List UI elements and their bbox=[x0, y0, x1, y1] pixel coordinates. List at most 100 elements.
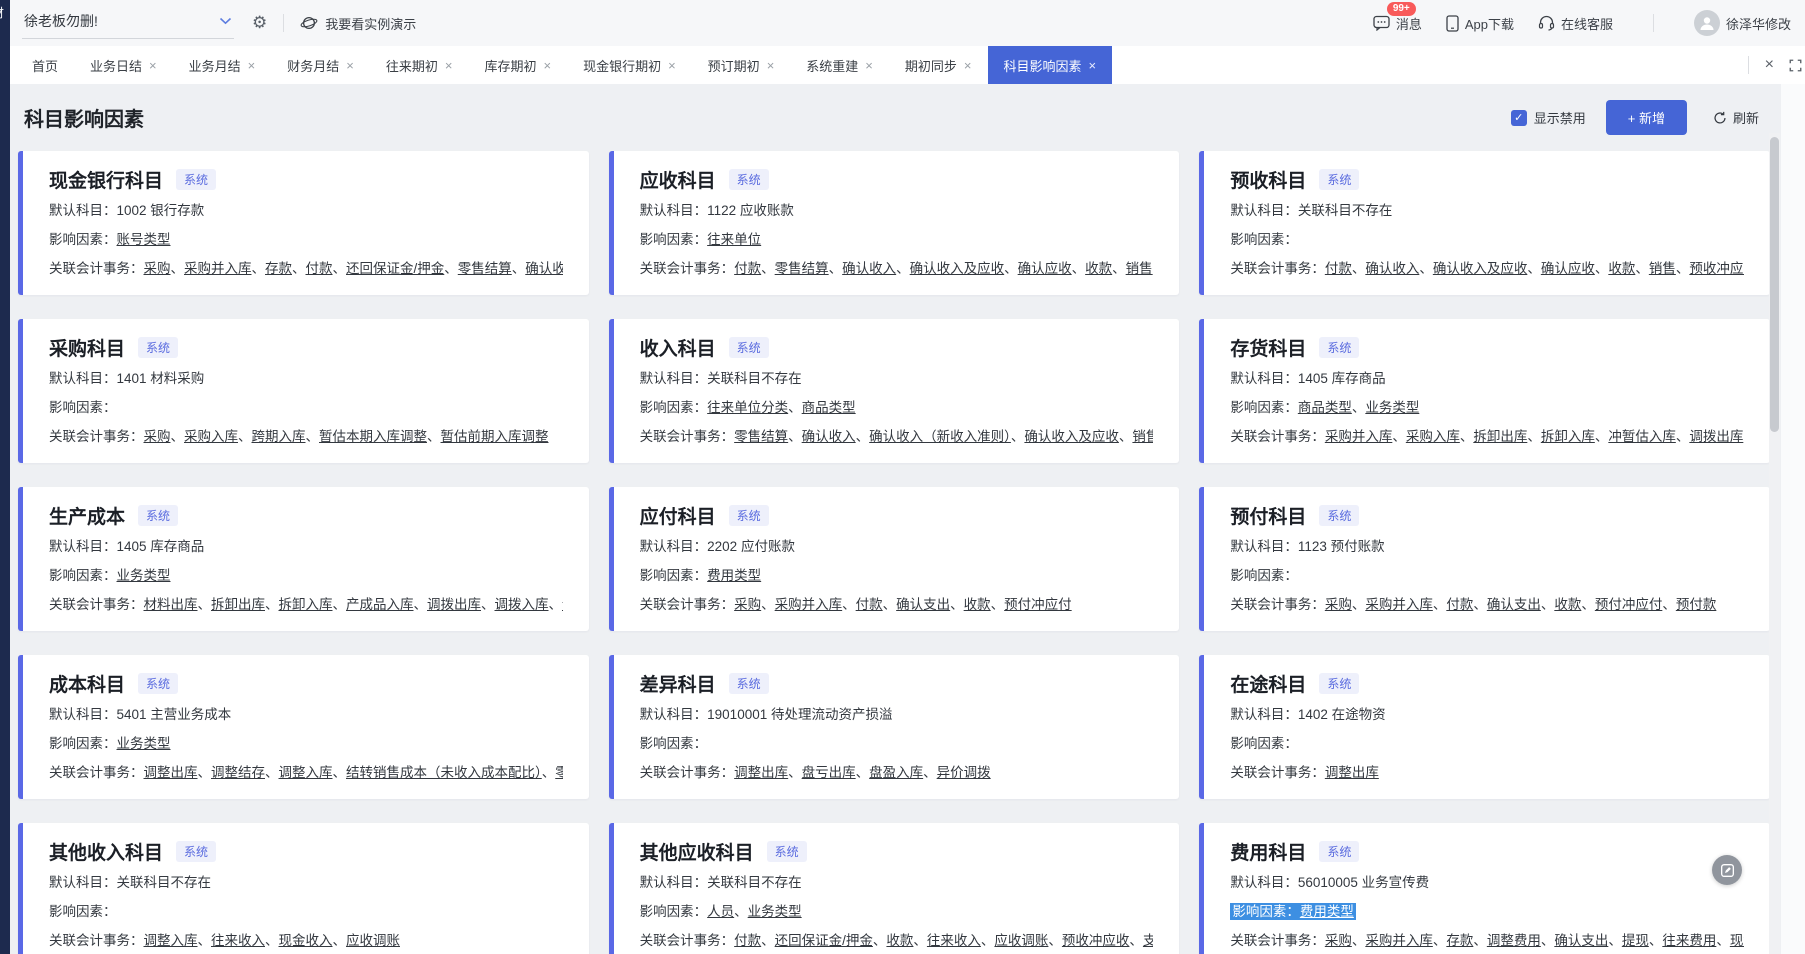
tab-close-icon[interactable]: × bbox=[346, 58, 354, 73]
link[interactable]: 往来单位分类 bbox=[707, 400, 788, 415]
link[interactable]: 调拨入库 bbox=[495, 597, 549, 612]
link[interactable]: 确认收入及应收 bbox=[1433, 261, 1528, 276]
link[interactable]: 预付款 bbox=[1676, 597, 1717, 612]
link[interactable]: 盘亏出库 bbox=[802, 765, 856, 780]
link[interactable]: 应收调账 bbox=[346, 933, 400, 948]
link[interactable]: 付款 bbox=[306, 261, 333, 276]
link[interactable]: 还回保证金/押金 bbox=[346, 261, 444, 276]
tab-close-icon[interactable]: × bbox=[149, 58, 157, 73]
link[interactable]: 预付冲应付 bbox=[1004, 597, 1072, 612]
link[interactable]: 调整出库 bbox=[144, 765, 198, 780]
support-button[interactable]: 在线客服 bbox=[1538, 14, 1613, 33]
link[interactable]: 付款 bbox=[1325, 261, 1352, 276]
link[interactable]: 往来收入 bbox=[927, 933, 981, 948]
link[interactable]: 付款 bbox=[1446, 597, 1473, 612]
link[interactable]: 商品类型 bbox=[1298, 400, 1352, 415]
link[interactable]: 应收调账 bbox=[994, 933, 1048, 948]
company-selector[interactable]: 徐老板勿删! bbox=[22, 7, 234, 39]
link[interactable]: 材料出库 bbox=[144, 597, 198, 612]
link[interactable]: 确认支出 bbox=[1487, 597, 1541, 612]
link[interactable]: 采购 bbox=[1325, 597, 1352, 612]
scrollbar-thumb[interactable] bbox=[1770, 137, 1779, 432]
sidebar-strip[interactable]: 财 bbox=[0, 0, 10, 954]
link[interactable]: 存款 bbox=[265, 261, 292, 276]
gear-icon[interactable]: ⚙ bbox=[252, 13, 267, 33]
link[interactable]: 往来单位 bbox=[707, 232, 761, 247]
link[interactable]: 冲暂估入库 bbox=[1608, 429, 1676, 444]
link[interactable]: 异价调拨 bbox=[937, 765, 991, 780]
link[interactable]: 还回保证金/押金 bbox=[775, 933, 873, 948]
tab-item[interactable]: 预订期初 × bbox=[692, 46, 791, 84]
tab-close-icon[interactable]: × bbox=[248, 58, 256, 73]
link[interactable]: 往来收入 bbox=[211, 933, 265, 948]
link[interactable]: 提现 bbox=[1622, 933, 1649, 948]
tab-item[interactable]: 财务月结 × bbox=[271, 46, 370, 84]
link[interactable]: 支付保证金 bbox=[1143, 933, 1153, 948]
tab-item[interactable]: 往来期初 × bbox=[370, 46, 469, 84]
link[interactable]: 调整费用 bbox=[1487, 933, 1541, 948]
show-disabled-checkbox[interactable]: ✓ 显示禁用 bbox=[1510, 108, 1586, 127]
link[interactable]: 确认收入 bbox=[1365, 261, 1419, 276]
link[interactable]: 确认支出 bbox=[896, 597, 950, 612]
link[interactable]: 跨期入库 bbox=[252, 429, 306, 444]
link[interactable]: 确认收入 bbox=[802, 429, 856, 444]
tab-item[interactable]: 首页 bbox=[16, 46, 74, 84]
link[interactable]: 调整结存 bbox=[211, 765, 265, 780]
link[interactable]: 确认收入（新收入准则） bbox=[869, 429, 1011, 444]
link[interactable]: 商品类型 bbox=[802, 400, 856, 415]
fullscreen-icon[interactable] bbox=[1788, 58, 1803, 73]
link[interactable]: 业务类型 bbox=[117, 736, 171, 751]
link[interactable]: 拆卸出库 bbox=[211, 597, 265, 612]
link[interactable]: 确认收入及应收 bbox=[1024, 429, 1119, 444]
link[interactable]: 现金费用 bbox=[1730, 933, 1744, 948]
link[interactable]: 采购入库 bbox=[1406, 429, 1460, 444]
link[interactable]: 确认收入 bbox=[525, 261, 562, 276]
link[interactable]: 拆卸入库 bbox=[279, 597, 333, 612]
link[interactable]: 收款 bbox=[1608, 261, 1635, 276]
link[interactable]: 人员 bbox=[707, 904, 734, 919]
link[interactable]: 销售 bbox=[1649, 261, 1676, 276]
link[interactable]: 存款 bbox=[1446, 933, 1473, 948]
app-download-button[interactable]: App下载 bbox=[1446, 14, 1514, 33]
link[interactable]: 预收冲应收 bbox=[1689, 261, 1744, 276]
link[interactable]: 采购并入库 bbox=[184, 261, 252, 276]
tab-close-icon[interactable]: × bbox=[865, 58, 873, 73]
link[interactable]: 采购 bbox=[734, 597, 761, 612]
tab-close-icon[interactable]: × bbox=[445, 58, 453, 73]
link[interactable]: 收款 bbox=[1085, 261, 1112, 276]
tab-item[interactable]: 业务日结 × bbox=[74, 46, 173, 84]
link[interactable]: 付款 bbox=[734, 933, 761, 948]
refresh-button[interactable]: 刷新 bbox=[1707, 107, 1765, 128]
link[interactable]: 调整入库 bbox=[144, 933, 198, 948]
link[interactable]: 确认应收 bbox=[1541, 261, 1595, 276]
link[interactable]: 收款 bbox=[1554, 597, 1581, 612]
tab-item[interactable]: 现金银行期初 × bbox=[567, 46, 692, 84]
link[interactable]: 采购 bbox=[144, 429, 171, 444]
link[interactable]: 账号类型 bbox=[117, 232, 171, 247]
link[interactable]: 收款 bbox=[886, 933, 913, 948]
link[interactable]: 暂估本期入库调整 bbox=[319, 429, 427, 444]
user-menu[interactable]: 徐泽华修改 bbox=[1693, 10, 1791, 36]
messages-button[interactable]: 99+ 消息 bbox=[1373, 1, 1422, 33]
link[interactable]: 销售 bbox=[1126, 261, 1153, 276]
link[interactable]: 采购并入库 bbox=[775, 597, 843, 612]
link[interactable]: 调整出库 bbox=[1325, 765, 1379, 780]
link[interactable]: 调整入库 bbox=[279, 765, 333, 780]
add-button[interactable]: + 新增 bbox=[1605, 100, 1687, 135]
link[interactable]: 业务类型 bbox=[1365, 400, 1419, 415]
link[interactable]: 产成品入库 bbox=[346, 597, 414, 612]
link[interactable]: 付款 bbox=[856, 597, 883, 612]
tab-close-icon[interactable]: × bbox=[543, 58, 551, 73]
feedback-floating-button[interactable] bbox=[1712, 855, 1742, 885]
link[interactable]: 确认支出 bbox=[1554, 933, 1608, 948]
tab-item[interactable]: 业务月结 × bbox=[173, 46, 272, 84]
link[interactable]: 采购入库 bbox=[184, 429, 238, 444]
link[interactable]: 确认应收 bbox=[1018, 261, 1072, 276]
link[interactable]: 预收冲应收 bbox=[1062, 933, 1130, 948]
scrollbar-track[interactable] bbox=[1769, 133, 1780, 954]
link[interactable]: 拆卸出库 bbox=[1473, 429, 1527, 444]
link[interactable]: 业务类型 bbox=[117, 568, 171, 583]
link[interactable]: 调拨出库 bbox=[427, 597, 481, 612]
link[interactable]: 预付冲应付 bbox=[1595, 597, 1663, 612]
link[interactable]: 费用类型 bbox=[1300, 904, 1354, 919]
